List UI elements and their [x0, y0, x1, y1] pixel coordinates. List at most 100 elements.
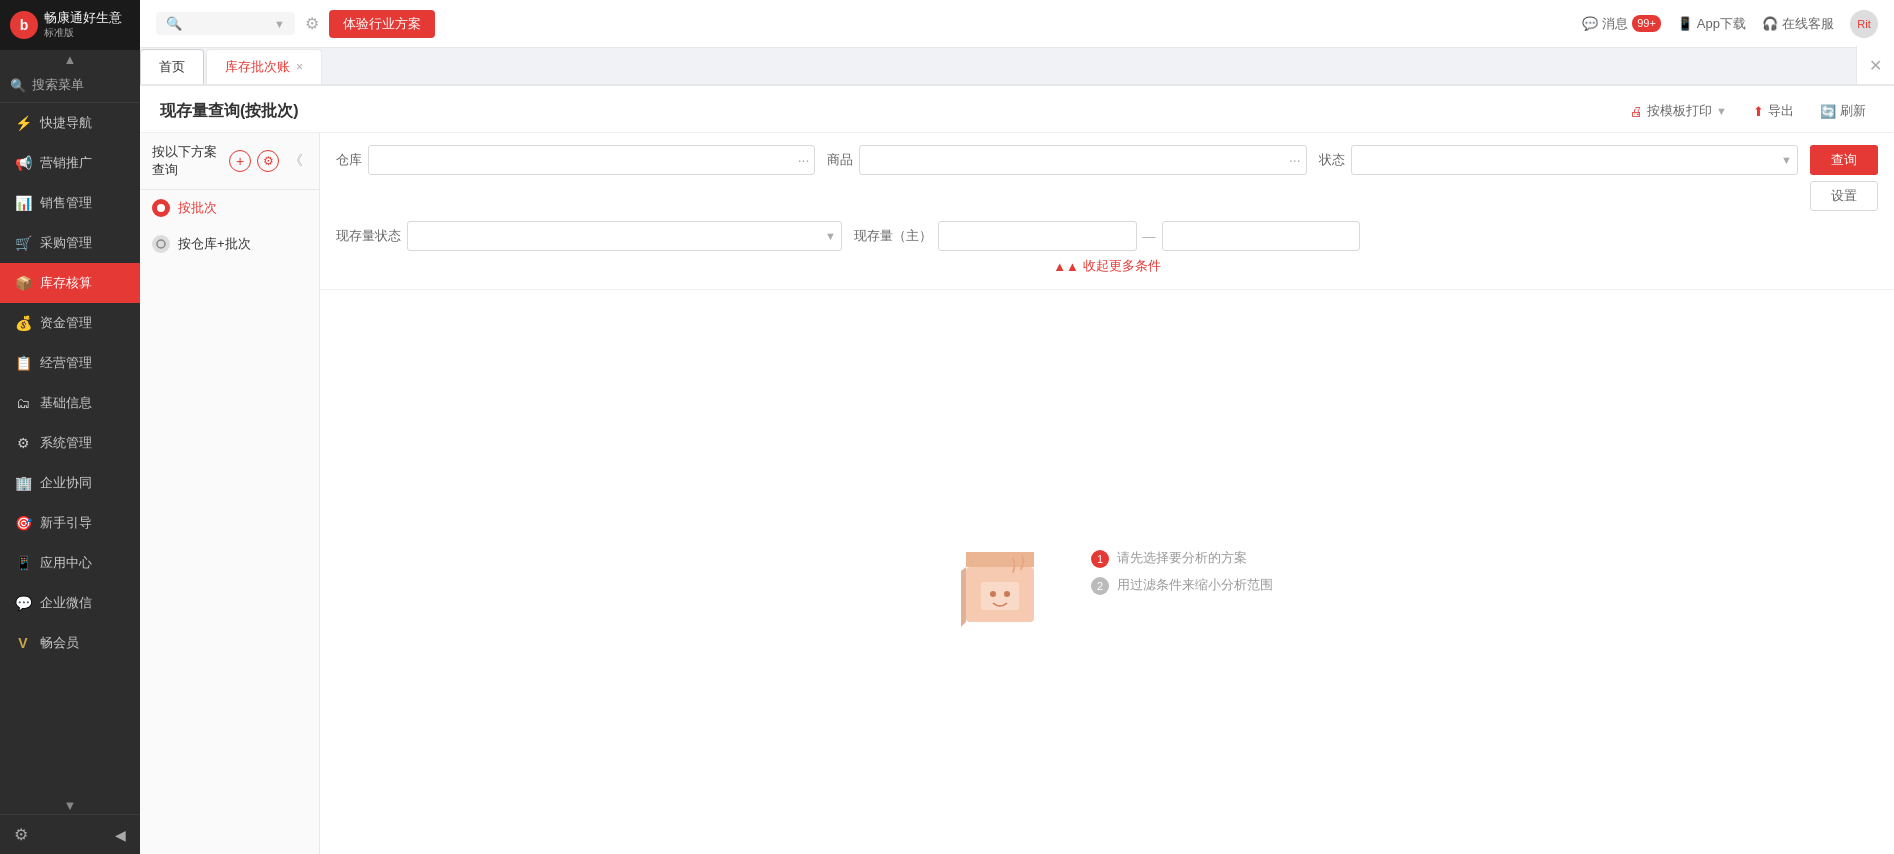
sidebar-item-label: 系统管理 [40, 434, 92, 452]
hint-2-number: 2 [1091, 577, 1109, 595]
sidebar-item-basic[interactable]: 🗂 基础信息 [0, 383, 140, 423]
sidebar-item-label: 库存核算 [40, 274, 92, 292]
finance-icon: 💰 [14, 314, 32, 332]
sidebar-item-purchase[interactable]: 🛒 采购管理 [0, 223, 140, 263]
sidebar-item-operation[interactable]: 📋 经营管理 [0, 343, 140, 383]
gear-icon: ⚙ [263, 154, 274, 168]
left-panel-collapse-btn[interactable]: 《 [285, 150, 307, 172]
left-panel: 按以下方案查询 + ⚙ 《 [140, 133, 320, 854]
query-btn[interactable]: 查询 [1810, 145, 1878, 175]
app-title-block: 畅康通好生意 标准版 [44, 10, 122, 41]
settings-icon[interactable]: ⚙ [14, 825, 28, 844]
search-icon: 🔍 [10, 78, 26, 93]
warehouse-dots[interactable]: ··· [798, 152, 810, 168]
message-icon: 💬 [1582, 16, 1598, 31]
scheme-item-by-warehouse-batch[interactable]: 按仓库+批次 [140, 226, 319, 262]
settings-btn[interactable]: 设置 [1810, 181, 1878, 211]
basic-icon: 🗂 [14, 394, 32, 412]
topbar-search-dropdown-icon[interactable]: ▼ [274, 18, 285, 30]
sidebar-item-enterprise[interactable]: 🏢 企业协同 [0, 463, 140, 503]
product-filter: 商品 ··· [827, 145, 1306, 175]
hint-1-number: 1 [1091, 550, 1109, 568]
industry-btn[interactable]: 体验行业方案 [329, 10, 435, 38]
topbar-search-area[interactable]: 🔍 ▼ [156, 12, 295, 35]
scheme-item-by-batch[interactable]: 按批次 [140, 190, 319, 226]
tab-close-btn[interactable]: × [296, 60, 303, 74]
sidebar-item-wechat[interactable]: 💬 企业微信 [0, 583, 140, 623]
warehouse-filter: 仓库 ··· [336, 145, 815, 175]
scheme-settings-btn[interactable]: ⚙ [257, 150, 279, 172]
online-service-label: 在线客服 [1782, 15, 1834, 33]
scheme-icon-batch [152, 199, 170, 217]
topbar-gear-icon[interactable]: ⚙ [305, 14, 319, 33]
left-panel-header: 按以下方案查询 + ⚙ 《 [140, 133, 319, 190]
add-scheme-btn[interactable]: + [229, 150, 251, 172]
sidebar-item-finance[interactable]: 💰 资金管理 [0, 303, 140, 343]
online-service-action[interactable]: 🎧 在线客服 [1762, 15, 1834, 33]
close-panel-btn[interactable]: ✕ [1856, 46, 1894, 84]
topbar: 🔍 ▼ ⚙ 体验行业方案 💬 消息 99+ 📱 App下载 🎧 在线客服 Rit [140, 0, 1894, 48]
status-label: 状态 [1319, 151, 1345, 169]
stock-qty-from-input[interactable] [938, 221, 1137, 251]
sidebar-item-label: 资金管理 [40, 314, 92, 332]
status-select[interactable]: 全部 正常 禁用 [1351, 145, 1798, 175]
sidebar-scroll-up[interactable]: ▲ [0, 50, 140, 68]
tabbar: 首页 库存批次账 × ✕ [140, 48, 1894, 86]
empty-hint-2: 2 用过滤条件来缩小分析范围 [1091, 576, 1273, 595]
sidebar-item-label: 应用中心 [40, 554, 92, 572]
sidebar-item-label: 经营管理 [40, 354, 92, 372]
product-input-wrap: ··· [859, 145, 1306, 175]
export-btn[interactable]: ⬆ 导出 [1745, 98, 1802, 124]
sidebar-item-apps[interactable]: 📱 应用中心 [0, 543, 140, 583]
app-download-action[interactable]: 📱 App下载 [1677, 15, 1746, 33]
empty-hint-1: 1 请先选择要分析的方案 [1091, 549, 1273, 568]
sidebar-item-label: 企业微信 [40, 594, 92, 612]
filter-collapse-btn[interactable]: ▲▲ 收起更多条件 [336, 251, 1878, 277]
add-icon: + [236, 153, 244, 169]
scheme-label-batch: 按批次 [178, 199, 217, 217]
refresh-btn[interactable]: 🔄 刷新 [1812, 98, 1874, 124]
content: 现存量查询(按批次) 🖨 按模板打印 ▼ ⬆ 导出 🔄 刷新 [140, 86, 1894, 854]
content-body: 按以下方案查询 + ⚙ 《 [140, 133, 1894, 854]
action-buttons: 查询 设置 [1810, 145, 1878, 211]
warehouse-input[interactable] [368, 145, 815, 175]
sidebar-item-label: 畅会员 [40, 634, 79, 652]
sidebar-item-sales[interactable]: 📊 销售管理 [0, 183, 140, 223]
filter-collapse-label: 收起更多条件 [1083, 257, 1161, 275]
collapse-sidebar-btn[interactable]: ◀ [115, 827, 126, 843]
sidebar-item-newbie[interactable]: 🎯 新手引导 [0, 503, 140, 543]
sidebar-item-inventory[interactable]: 📦 库存核算 [0, 263, 140, 303]
topbar-search-icon: 🔍 [166, 16, 182, 31]
purchase-icon: 🛒 [14, 234, 32, 252]
stock-qty-separator: — [1143, 229, 1156, 244]
sidebar-item-vip[interactable]: V 畅会员 [0, 623, 140, 663]
sidebar-search[interactable]: 🔍 搜索菜单 [0, 68, 140, 103]
sidebar-search-label: 搜索菜单 [32, 76, 84, 94]
product-input[interactable] [859, 145, 1306, 175]
tab-inventory-batch[interactable]: 库存批次账 × [206, 49, 322, 84]
app-edition: 标准版 [44, 26, 122, 40]
print-btn[interactable]: 🖨 按模板打印 ▼ [1622, 98, 1735, 124]
user-avatar[interactable]: Rit [1850, 10, 1878, 38]
stock-status-select[interactable]: 全部 有库存 无库存 [407, 221, 842, 251]
product-dots[interactable]: ··· [1289, 152, 1301, 168]
stock-qty-to-input[interactable] [1162, 221, 1361, 251]
tab-home[interactable]: 首页 [140, 49, 204, 84]
right-panel: 仓库 ··· 商品 ··· [320, 133, 1894, 854]
topbar-search-input[interactable] [188, 17, 268, 31]
inventory-icon: 📦 [14, 274, 32, 292]
stock-status-label: 现存量状态 [336, 227, 401, 245]
newbie-icon: 🎯 [14, 514, 32, 532]
sidebar-item-marketing[interactable]: 📢 营销推广 [0, 143, 140, 183]
stock-status-filter: 现存量状态 全部 有库存 无库存 ▼ [336, 221, 842, 251]
sidebar-scroll-down[interactable]: ▼ [0, 796, 140, 814]
empty-state: 1 请先选择要分析的方案 2 用过滤条件来缩小分析范围 [320, 290, 1894, 854]
print-dropdown-icon[interactable]: ▼ [1716, 105, 1727, 117]
page-header-actions: 🖨 按模板打印 ▼ ⬆ 导出 🔄 刷新 [1622, 98, 1874, 124]
messages-action[interactable]: 💬 消息 99+ [1582, 15, 1661, 33]
sidebar-item-quicknav[interactable]: ⚡ 快捷导航 [0, 103, 140, 143]
scheme-icon-warehouse [152, 235, 170, 253]
page-header: 现存量查询(按批次) 🖨 按模板打印 ▼ ⬆ 导出 🔄 刷新 [140, 86, 1894, 133]
app-name: 畅康通好生意 [44, 10, 122, 27]
sidebar-item-system[interactable]: ⚙ 系统管理 [0, 423, 140, 463]
